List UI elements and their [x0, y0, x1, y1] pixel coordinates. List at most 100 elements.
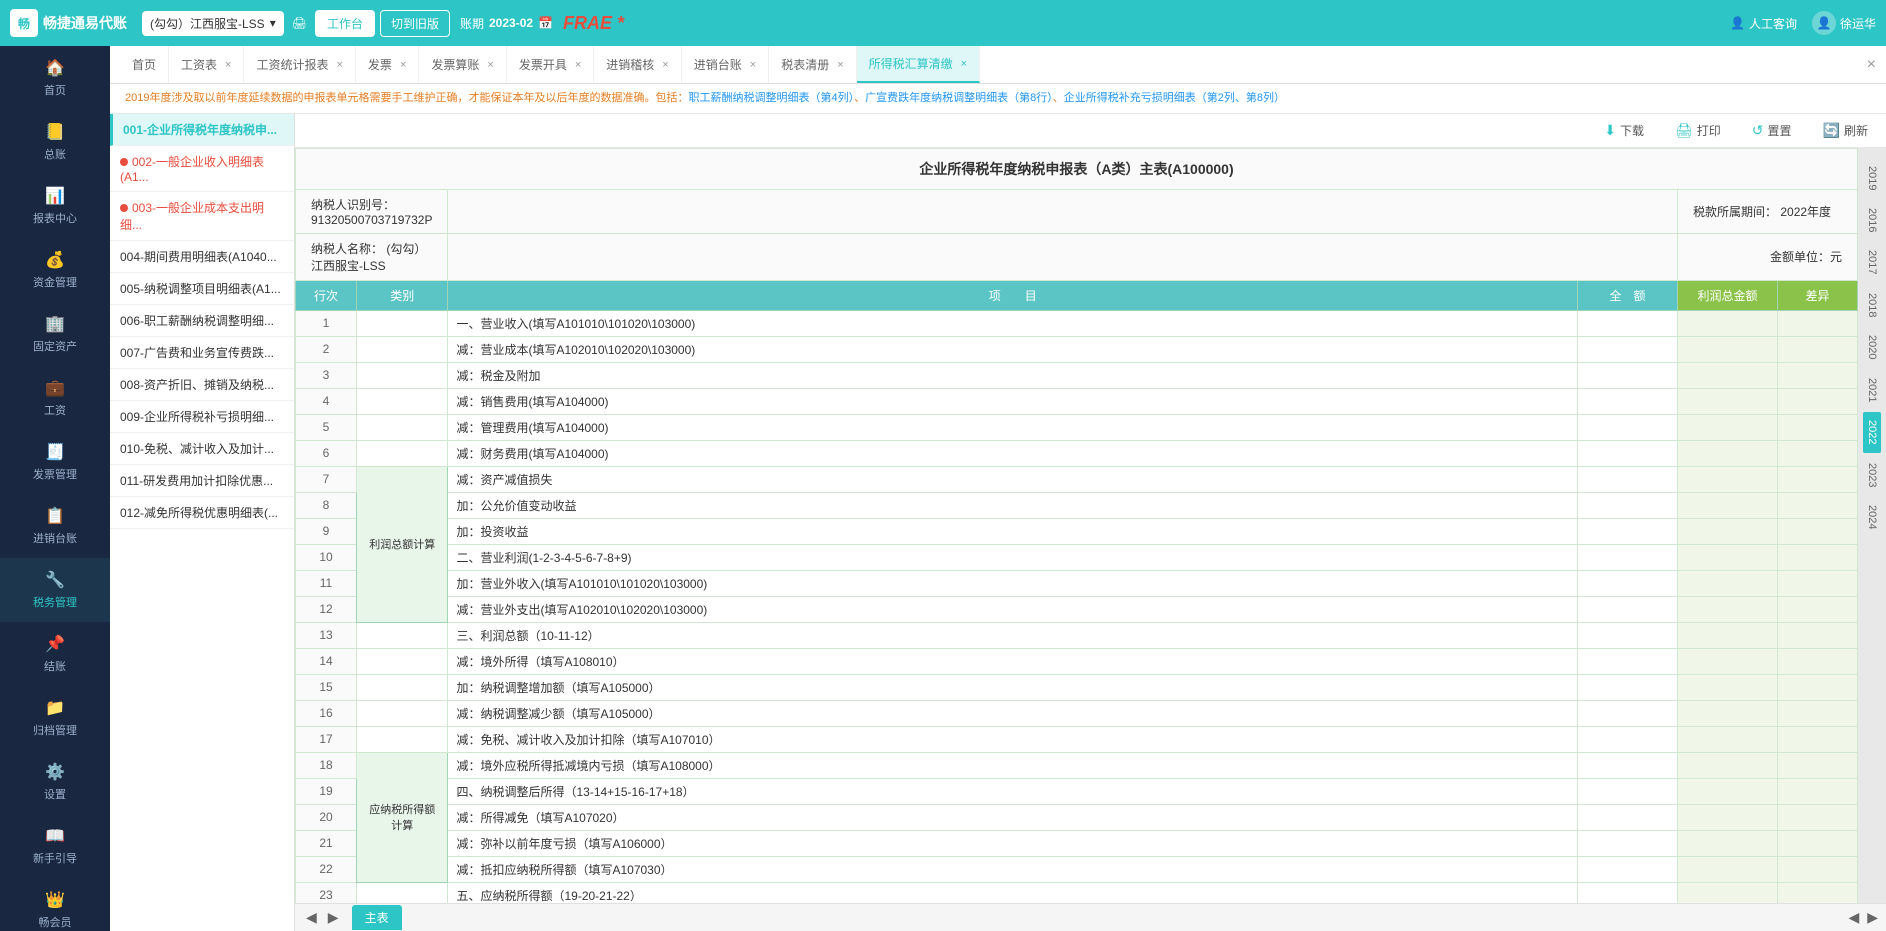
row-16-amount[interactable]: [1578, 700, 1678, 726]
row-9-diff[interactable]: [1778, 518, 1858, 544]
row-15-profit[interactable]: [1678, 674, 1778, 700]
tab-tax-list[interactable]: 税表清册 ×: [769, 46, 856, 83]
scroll-left-button[interactable]: ◀: [1848, 909, 1859, 926]
user-service[interactable]: 👤 人工客询: [1730, 15, 1797, 32]
sidebar-item-assets[interactable]: 🏢 固定资产: [0, 302, 110, 366]
row-22-amount[interactable]: [1578, 856, 1678, 882]
print-button[interactable]: 🖨 打印: [1667, 119, 1729, 142]
row-21-profit[interactable]: [1678, 830, 1778, 856]
sidebar-item-reports[interactable]: 📊 报表中心: [0, 174, 110, 238]
row-23-amount[interactable]: [1578, 882, 1678, 903]
sidebar-item-payroll[interactable]: 💼 工资: [0, 366, 110, 430]
row-20-profit[interactable]: [1678, 804, 1778, 830]
left-panel-item-006[interactable]: 006-职工薪酬纳税调整明细...: [110, 305, 294, 337]
close-window-button[interactable]: ×: [1867, 56, 1876, 74]
year-2017[interactable]: 2017: [1863, 242, 1881, 282]
row-11-profit[interactable]: [1678, 570, 1778, 596]
row-8-profit[interactable]: [1678, 492, 1778, 518]
warning-link-3[interactable]: 企业所得税补充亏损明细表（第2列、第8列）: [1064, 92, 1285, 104]
row-4-diff[interactable]: [1778, 388, 1858, 414]
tab-payroll-stats-close[interactable]: ×: [336, 59, 342, 71]
tab-invoice[interactable]: 发票 ×: [356, 46, 419, 83]
tab-home[interactable]: 首页: [120, 46, 169, 83]
row-12-diff[interactable]: [1778, 596, 1858, 622]
sidebar-item-sales-ledger[interactable]: 📋 进销台账: [0, 494, 110, 558]
row-7-diff[interactable]: [1778, 466, 1858, 492]
row-8-amount[interactable]: [1578, 492, 1678, 518]
year-2016[interactable]: 2016: [1863, 200, 1881, 240]
row-13-profit[interactable]: [1678, 622, 1778, 648]
warning-link-2[interactable]: 广宣费跌年度纳税调整明细表（第8行）: [865, 92, 1053, 104]
left-panel-item-005[interactable]: 005-纳税调整项目明细表(A1...: [110, 273, 294, 305]
tab-invoice-calc-close[interactable]: ×: [487, 59, 493, 71]
sidebar-item-funds[interactable]: 💰 资金管理: [0, 238, 110, 302]
row-2-amount[interactable]: [1578, 336, 1678, 362]
tab-invoice-issue[interactable]: 发票开具 ×: [507, 46, 594, 83]
tab-income-tax[interactable]: 所得税汇算清缴 ×: [857, 46, 980, 83]
year-2022[interactable]: 2022: [1863, 412, 1881, 452]
row-8-diff[interactable]: [1778, 492, 1858, 518]
tab-income-tax-close[interactable]: ×: [961, 58, 967, 70]
row-3-profit[interactable]: [1678, 362, 1778, 388]
row-3-amount[interactable]: [1578, 362, 1678, 388]
tab-invoice-issue-close[interactable]: ×: [575, 59, 581, 71]
row-2-profit[interactable]: [1678, 336, 1778, 362]
row-20-amount[interactable]: [1578, 804, 1678, 830]
row-10-diff[interactable]: [1778, 544, 1858, 570]
row-14-amount[interactable]: [1578, 648, 1678, 674]
row-16-diff[interactable]: [1778, 700, 1858, 726]
row-4-amount[interactable]: [1578, 388, 1678, 414]
row-4-profit[interactable]: [1678, 388, 1778, 414]
row-1-profit[interactable]: [1678, 310, 1778, 336]
row-10-amount[interactable]: [1578, 544, 1678, 570]
sidebar-item-home[interactable]: 🏠 首页: [0, 46, 110, 110]
download-button[interactable]: ⬇ 下载: [1596, 119, 1652, 142]
sheet-tab-main[interactable]: 主表: [352, 905, 402, 930]
tab-invoice-close[interactable]: ×: [400, 59, 406, 71]
row-14-profit[interactable]: [1678, 648, 1778, 674]
sidebar-item-close[interactable]: 📌 结账: [0, 622, 110, 686]
left-panel-item-002[interactable]: 002-一般企业收入明细表(A1...: [110, 146, 294, 192]
left-panel-item-008[interactable]: 008-资产折旧、摊销及纳税...: [110, 369, 294, 401]
tab-payroll[interactable]: 工资表 ×: [169, 46, 244, 83]
row-18-amount[interactable]: [1578, 752, 1678, 778]
left-panel-item-009[interactable]: 009-企业所得税补亏损明细...: [110, 401, 294, 433]
sidebar-item-archive[interactable]: 📁 归档管理: [0, 686, 110, 750]
oldversion-button[interactable]: 切到旧版: [380, 10, 450, 37]
year-2023[interactable]: 2023: [1863, 455, 1881, 495]
row-22-diff[interactable]: [1778, 856, 1858, 882]
year-2018[interactable]: 2018: [1863, 285, 1881, 325]
row-9-profit[interactable]: [1678, 518, 1778, 544]
sidebar-item-settings[interactable]: ⚙️ 设置: [0, 750, 110, 814]
row-13-diff[interactable]: [1778, 622, 1858, 648]
sidebar-item-guide[interactable]: 📖 新手引导: [0, 814, 110, 878]
row-11-amount[interactable]: [1578, 570, 1678, 596]
tab-purchase-ledger[interactable]: 进销台账 ×: [682, 46, 769, 83]
row-17-amount[interactable]: [1578, 726, 1678, 752]
row-20-diff[interactable]: [1778, 804, 1858, 830]
workbench-button[interactable]: 工作台: [315, 10, 375, 37]
tab-tax-list-close[interactable]: ×: [837, 59, 843, 71]
row-5-amount[interactable]: [1578, 414, 1678, 440]
left-panel-item-003[interactable]: 003-一般企业成本支出明细...: [110, 192, 294, 241]
row-5-diff[interactable]: [1778, 414, 1858, 440]
left-panel-item-001[interactable]: 001-企业所得税年度纳税申...: [110, 114, 294, 146]
row-6-profit[interactable]: [1678, 440, 1778, 466]
tab-invoice-calc[interactable]: 发票算账 ×: [419, 46, 506, 83]
row-23-diff[interactable]: [1778, 882, 1858, 903]
row-6-diff[interactable]: [1778, 440, 1858, 466]
row-12-profit[interactable]: [1678, 596, 1778, 622]
row-19-amount[interactable]: [1578, 778, 1678, 804]
row-1-amount[interactable]: [1578, 310, 1678, 336]
sheet-prev-button[interactable]: ◀: [303, 909, 320, 926]
scroll-right-button[interactable]: ▶: [1867, 909, 1878, 926]
left-panel-item-010[interactable]: 010-免税、减计收入及加计...: [110, 433, 294, 465]
tab-payroll-close[interactable]: ×: [225, 59, 231, 71]
row-3-diff[interactable]: [1778, 362, 1858, 388]
year-2020[interactable]: 2020: [1863, 327, 1881, 367]
sidebar-item-tax-mgmt[interactable]: 🔧 税务管理: [0, 558, 110, 622]
warning-link-1[interactable]: 职工薪酬纳税调整明细表（第4列）: [688, 92, 854, 104]
row-9-amount[interactable]: [1578, 518, 1678, 544]
row-17-profit[interactable]: [1678, 726, 1778, 752]
sidebar-item-invoice-mgmt[interactable]: 🧾 发票管理: [0, 430, 110, 494]
